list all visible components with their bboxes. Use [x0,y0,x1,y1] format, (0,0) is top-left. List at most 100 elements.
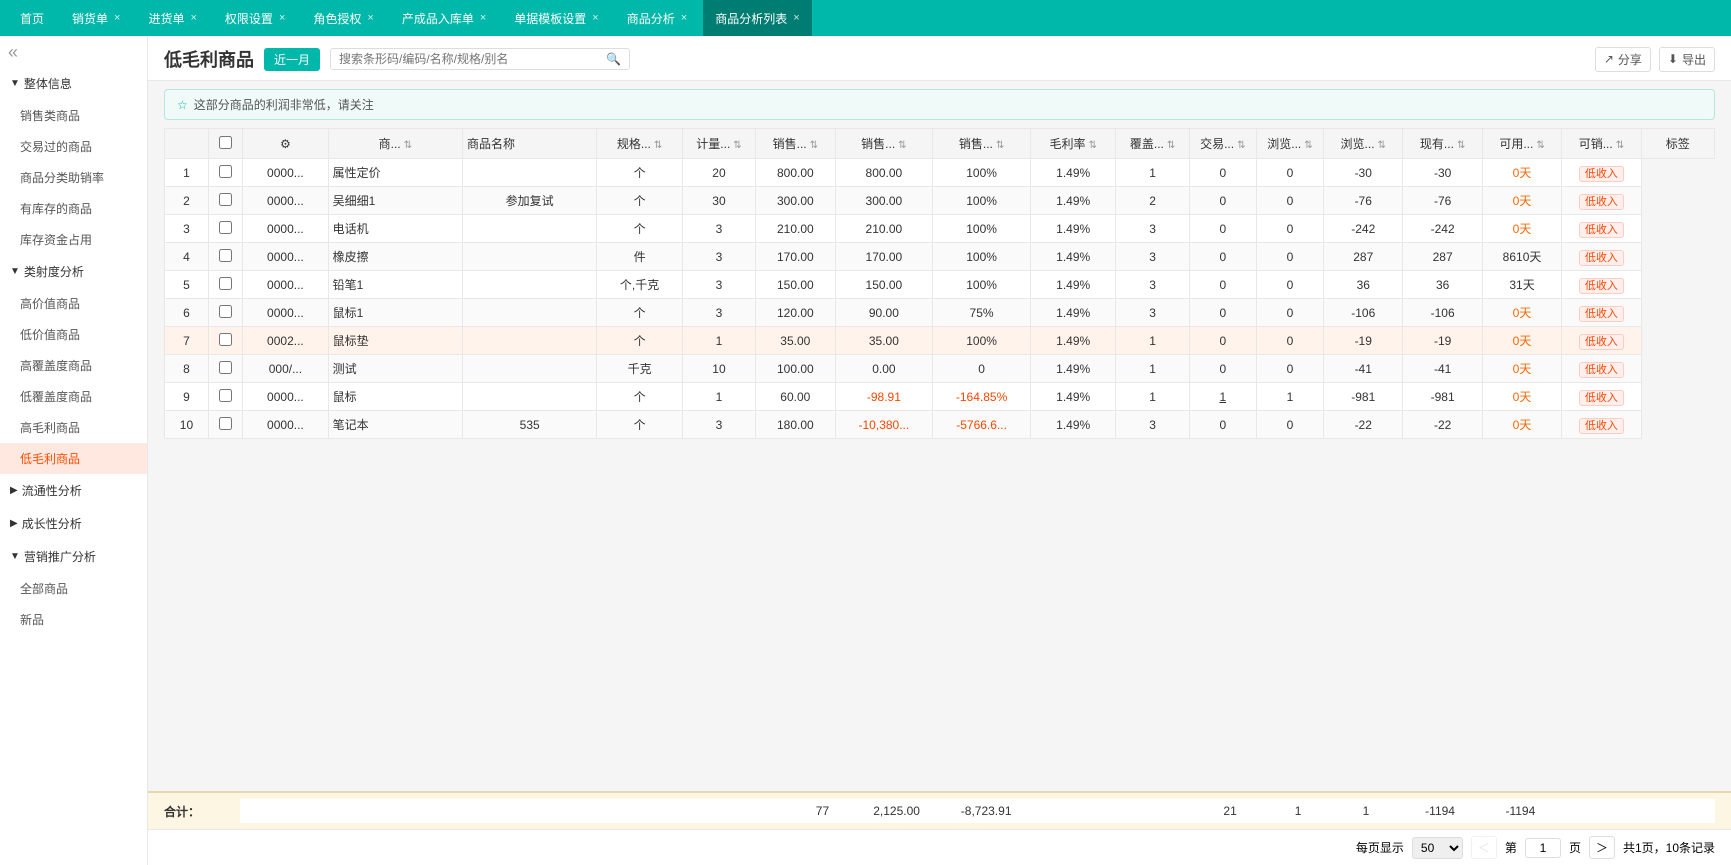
sidebar-item-all-goods[interactable]: 全部商品 [0,573,147,604]
th-saleable[interactable]: 可销...⇅ [1562,129,1641,159]
nav-item-home[interactable]: 首页 [8,0,56,36]
th-avail[interactable]: 可用...⇅ [1482,129,1561,159]
select-all-checkbox[interactable] [219,136,232,149]
row-checkbox[interactable] [219,333,232,346]
sidebar-item-sales-goods[interactable]: 销售类商品 [0,100,147,131]
row-gross-rate: 100% [933,215,1031,243]
sidebar-item-in-stock-goods[interactable]: 有库存的商品 [0,193,147,224]
sidebar-group-marketing[interactable]: ▼ 营销推广分析 [0,540,147,573]
row-spec [463,243,597,271]
sidebar-item-category-rate[interactable]: 商品分类助销率 [0,162,147,193]
th-cur-stock[interactable]: 现有...⇅ [1403,129,1482,159]
th-sales-qty[interactable]: 销售...⇅ [756,129,835,159]
th-code[interactable]: 商...⇅ [328,129,462,159]
row-sales-qty: 1 [682,327,755,355]
row-cover-rate: 1.49% [1030,215,1116,243]
row-gross-rate: -164.85% [933,383,1031,411]
th-unit[interactable]: 计量...⇅ [682,129,755,159]
sidebar-item-traded-goods[interactable]: 交易过的商品 [0,131,147,162]
export-button[interactable]: ⬇ 导出 [1659,47,1715,72]
row-checkbox[interactable] [219,305,232,318]
nav-item-purchase[interactable]: 进货单× [136,0,208,36]
totals-avail: -1194 [1480,799,1560,823]
th-sales-price[interactable]: 销售...⇅ [835,129,933,159]
th-sales-amt[interactable]: 销售...⇅ [933,129,1031,159]
sidebar-group-growth[interactable]: ▶ 成长性分析 [0,507,147,540]
row-gross-rate: -5766.6... [933,411,1031,439]
sidebar-item-low-profit[interactable]: 低毛利商品 [0,443,147,474]
sidebar-group-dimension[interactable]: ▼ 类射度分析 [0,255,147,288]
nav-close-sales[interactable]: × [114,12,120,24]
row-checkbox[interactable] [219,389,232,402]
sidebar-group-overall[interactable]: ▼ 整体信息 [0,67,147,100]
sidebar-item-stock-capital[interactable]: 库存资金占用 [0,224,147,255]
nav-close-template[interactable]: × [592,12,598,24]
nav-item-product-in[interactable]: 产成品入库单× [390,0,498,36]
nav-item-role[interactable]: 角色授权× [301,0,385,36]
sidebar-collapse-btn[interactable]: « [8,42,18,63]
row-sales-price: 35.00 [756,327,835,355]
sidebar-item-high-profit[interactable]: 高毛利商品 [0,412,147,443]
search-icon[interactable]: 🔍 [606,52,621,66]
export-icon: ⬇ [1668,52,1678,66]
th-settings[interactable]: ⚙ [243,129,329,159]
row-checkbox[interactable] [219,417,232,430]
row-avail: -981 [1403,383,1482,411]
date-filter-button[interactable]: 近一月 [264,48,320,71]
sidebar-item-low-coverage[interactable]: 低覆盖度商品 [0,381,147,412]
nav-close-goods-analysis[interactable]: × [681,12,687,24]
goods-table: ⚙ 商...⇅ 商品名称 规格...⇅ 计量...⇅ 销售...⇅ 销售...⇅… [164,128,1715,439]
nav-close-product-in[interactable]: × [480,12,486,24]
sidebar-group-circulation[interactable]: ▶ 流通性分析 [0,474,147,507]
sidebar-item-high-value[interactable]: 高价值商品 [0,288,147,319]
row-checkbox[interactable] [219,165,232,178]
per-page-select[interactable]: 50 100 200 [1412,837,1463,859]
row-saleable: 0天 [1482,215,1561,243]
row-browse2: 1 [1256,383,1323,411]
row-browse1[interactable]: 1 [1189,383,1256,411]
row-trade: 3 [1116,299,1189,327]
th-name[interactable]: 商品名称 [463,129,597,159]
row-checkbox[interactable] [219,361,232,374]
th-browse1[interactable]: 浏览...⇅ [1256,129,1323,159]
row-checkbox[interactable] [219,249,232,262]
row-browse2: 0 [1256,299,1323,327]
row-cur-stock: -106 [1324,299,1403,327]
nav-item-template[interactable]: 单据模板设置× [502,0,610,36]
th-gross-rate[interactable]: 毛利率⇅ [1030,129,1116,159]
nav-item-goods-analysis[interactable]: 商品分析× [615,0,699,36]
share-button[interactable]: ↗ 分享 [1595,47,1651,72]
nav-close-role[interactable]: × [367,12,373,24]
row-sales-price: 120.00 [756,299,835,327]
next-page-button[interactable]: ＞ [1589,836,1615,859]
nav-item-sales[interactable]: 销货单× [60,0,132,36]
row-browse2: 0 [1256,187,1323,215]
row-saleable: 0天 [1482,299,1561,327]
row-sales-amt: -98.91 [835,383,933,411]
nav-close-purchase[interactable]: × [190,12,196,24]
th-trade[interactable]: 交易...⇅ [1189,129,1256,159]
th-num [165,129,209,159]
sidebar-item-new-goods[interactable]: 新品 [0,604,147,635]
th-cover-rate[interactable]: 覆盖...⇅ [1116,129,1189,159]
row-checkbox[interactable] [219,193,232,206]
nav-close-goods-analysis-list[interactable]: × [793,12,799,24]
th-browse2[interactable]: 浏览...⇅ [1324,129,1403,159]
page-input[interactable] [1525,838,1561,858]
search-input[interactable] [339,52,606,66]
sidebar-group-circulation-arrow: ▶ [10,485,18,496]
row-cb-cell [208,411,242,439]
nav-item-goods-analysis-list[interactable]: 商品分析列表× [703,0,811,36]
sidebar-item-high-coverage[interactable]: 高覆盖度商品 [0,350,147,381]
sidebar-group-marketing-arrow: ▼ [10,551,20,562]
nav-close-permission[interactable]: × [279,12,285,24]
row-sales-amt: 210.00 [835,215,933,243]
nav-item-permission[interactable]: 权限设置× [213,0,297,36]
sidebar-item-low-value[interactable]: 低价值商品 [0,319,147,350]
prev-page-button[interactable]: ＜ [1471,836,1497,859]
row-checkbox[interactable] [219,277,232,290]
row-checkbox[interactable] [219,221,232,234]
sidebar-group-growth-arrow: ▶ [10,518,18,529]
th-spec[interactable]: 规格...⇅ [597,129,683,159]
row-sales-amt: 35.00 [835,327,933,355]
